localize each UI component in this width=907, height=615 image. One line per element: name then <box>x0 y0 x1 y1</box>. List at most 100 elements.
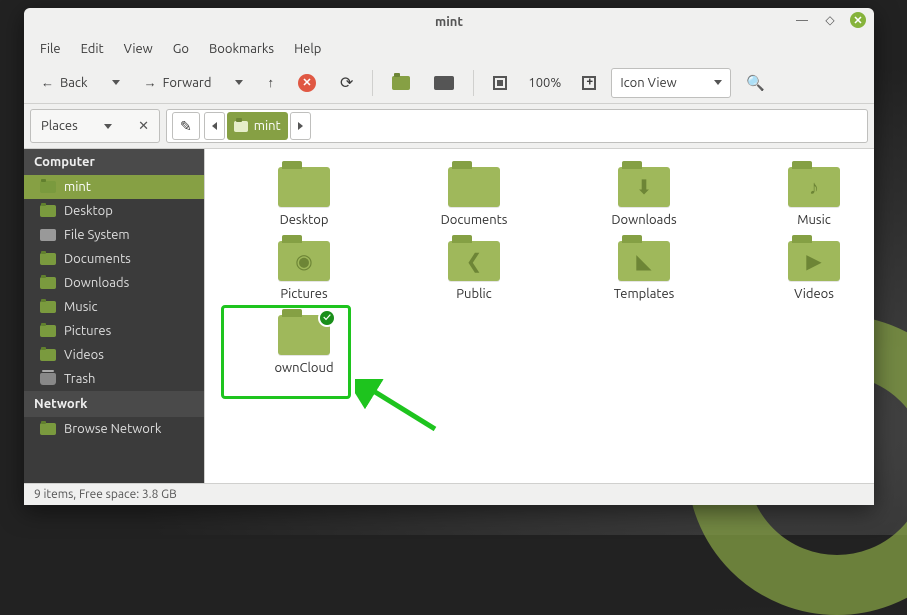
folder-label: Desktop <box>280 213 329 227</box>
back-button[interactable]: ← Back <box>32 68 97 98</box>
drive-icon <box>40 229 56 241</box>
icon-view[interactable]: Desktop Documents ⬇ Downloads ♪ Music ◉ … <box>204 149 874 483</box>
stop-icon: ✕ <box>298 74 316 92</box>
folder-videos[interactable]: ▶ Videos <box>739 241 874 301</box>
folder-downloads[interactable]: ⬇ Downloads <box>569 167 719 227</box>
folder-icon: ◉ <box>278 241 330 281</box>
view-mode-select[interactable]: Icon View <box>611 68 731 98</box>
path-prev-button[interactable] <box>204 112 225 140</box>
menu-file[interactable]: File <box>32 38 69 60</box>
folder-label: Music <box>797 213 831 227</box>
monitor-icon <box>434 76 454 90</box>
arrow-up-icon: ↑ <box>267 75 274 90</box>
chevron-down-icon <box>714 80 722 85</box>
folder-icon: ◣ <box>618 241 670 281</box>
computer-button[interactable] <box>425 68 463 98</box>
sidebar-item-browse-network[interactable]: Browse Network <box>24 417 204 441</box>
folder-label: Templates <box>614 287 675 301</box>
search-button[interactable]: 🔍 <box>737 68 774 98</box>
sidebar-item-desktop[interactable]: Desktop <box>24 199 204 223</box>
sidebar-item-videos[interactable]: Videos <box>24 343 204 367</box>
maximize-button[interactable]: ◇ <box>822 12 838 28</box>
minimize-button[interactable]: — <box>794 12 810 28</box>
folder-icon <box>40 181 56 193</box>
sidebar-section-network: Network <box>24 391 204 417</box>
parent-directory-button[interactable]: ↑ <box>258 68 283 98</box>
zoom-original-icon <box>493 76 507 90</box>
back-history-dropdown[interactable] <box>103 68 129 98</box>
reload-icon: ⟳ <box>340 73 353 92</box>
folder-desktop[interactable]: Desktop <box>229 167 379 227</box>
folder-owncloud[interactable]: ✓ ownCloud <box>229 315 379 375</box>
menu-help[interactable]: Help <box>286 38 329 60</box>
menu-go[interactable]: Go <box>165 38 197 60</box>
folder-icon <box>448 167 500 207</box>
close-button[interactable]: ✕ <box>850 12 866 28</box>
folder-music[interactable]: ♪ Music <box>739 167 874 227</box>
home-button[interactable] <box>383 68 419 98</box>
folder-public[interactable]: ❮ Public <box>399 241 549 301</box>
sidebar-item-label: Pictures <box>64 324 111 338</box>
sidebar-item-documents[interactable]: Documents <box>24 247 204 271</box>
chevron-down-icon <box>104 124 112 129</box>
zoom-percent: 100% <box>522 76 567 90</box>
sidebar-item-trash[interactable]: Trash <box>24 367 204 391</box>
view-mode-label: Icon View <box>620 76 676 90</box>
folder-icon <box>40 301 56 313</box>
folder-icon: ▶ <box>788 241 840 281</box>
back-label: Back <box>60 76 88 90</box>
home-folder-icon <box>234 121 248 132</box>
location-bar: Places ✕ ✎ mint <box>24 104 874 148</box>
forward-history-dropdown[interactable] <box>226 68 252 98</box>
path-segment-current[interactable]: mint <box>227 112 288 140</box>
sidebar-item-filesystem[interactable]: File System <box>24 223 204 247</box>
close-icon[interactable]: ✕ <box>138 119 149 134</box>
folder-icon <box>40 349 56 361</box>
home-folder-icon <box>392 76 410 90</box>
menu-view[interactable]: View <box>116 38 161 60</box>
icons-grid: Desktop Documents ⬇ Downloads ♪ Music ◉ … <box>205 149 874 393</box>
sidebar-item-label: Videos <box>64 348 104 362</box>
arrow-left-icon: ← <box>41 75 54 90</box>
menu-bookmarks[interactable]: Bookmarks <box>201 38 282 60</box>
folder-label: ownCloud <box>274 361 333 375</box>
toggle-location-entry-button[interactable]: ✎ <box>172 112 200 140</box>
folder-icon: ⬇ <box>618 167 670 207</box>
folder-templates[interactable]: ◣ Templates <box>569 241 719 301</box>
reload-button[interactable]: ⟳ <box>331 68 362 98</box>
folder-icon <box>40 325 56 337</box>
sidebar-item-music[interactable]: Music <box>24 295 204 319</box>
sidebar-item-label: Music <box>64 300 98 314</box>
trash-icon <box>40 373 56 385</box>
sidebar-item-label: Downloads <box>64 276 129 290</box>
arrow-right-icon: → <box>144 75 157 90</box>
folder-icon: ❮ <box>448 241 500 281</box>
sidebar-item-downloads[interactable]: Downloads <box>24 271 204 295</box>
path-bar: ✎ mint <box>166 109 868 143</box>
places-label: Places <box>41 119 78 133</box>
sidebar-item-label: Documents <box>64 252 131 266</box>
folder-icon: ✓ <box>278 315 330 355</box>
window-title: mint <box>435 15 463 29</box>
chevron-right-icon <box>298 122 303 130</box>
places-pane-toggle[interactable]: Places ✕ <box>30 109 160 143</box>
menu-edit[interactable]: Edit <box>73 38 112 60</box>
folder-documents[interactable]: Documents <box>399 167 549 227</box>
path-next-button[interactable] <box>290 112 311 140</box>
forward-label: Forward <box>163 76 212 90</box>
sidebar-item-label: Trash <box>64 372 95 386</box>
forward-button[interactable]: → Forward <box>135 68 221 98</box>
folder-icon <box>40 423 56 435</box>
titlebar: mint — ◇ ✕ <box>24 8 874 36</box>
file-manager-window: mint — ◇ ✕ File Edit View Go Bookmarks H… <box>24 8 874 505</box>
sidebar-item-pictures[interactable]: Pictures <box>24 319 204 343</box>
chevron-down-icon <box>112 80 120 85</box>
folder-icon <box>40 253 56 265</box>
sidebar-item-label: File System <box>64 228 130 242</box>
zoom-reset-button[interactable] <box>484 68 516 98</box>
stop-button[interactable]: ✕ <box>289 68 325 98</box>
separator <box>473 70 474 96</box>
zoom-in-button[interactable] <box>573 68 605 98</box>
sidebar-item-home[interactable]: mint <box>24 175 204 199</box>
folder-pictures[interactable]: ◉ Pictures <box>229 241 379 301</box>
